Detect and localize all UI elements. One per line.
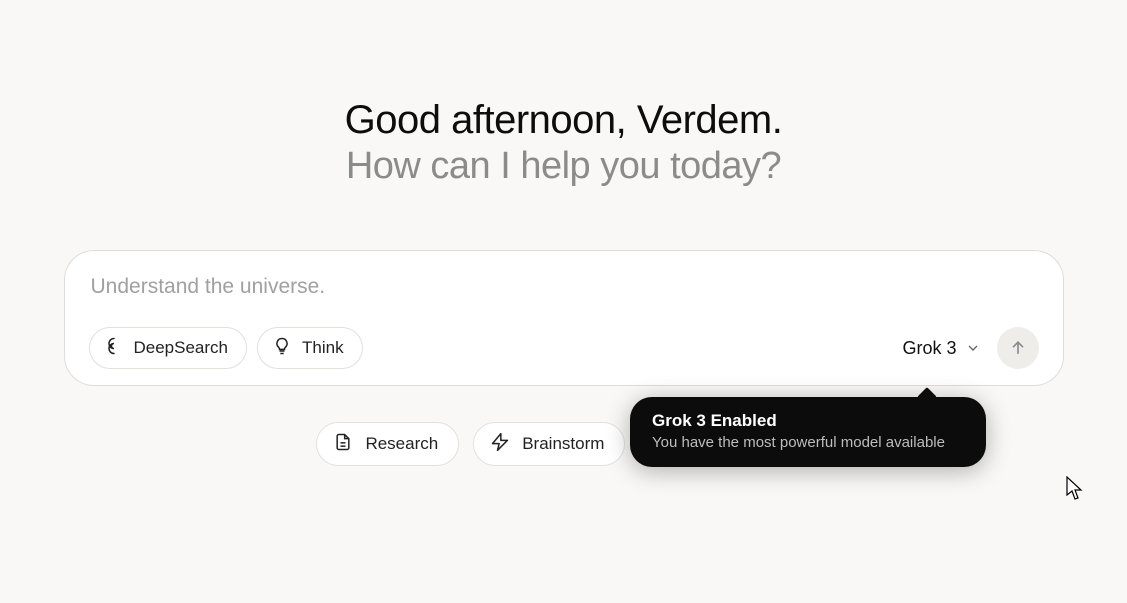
arrow-up-icon bbox=[1008, 338, 1028, 358]
think-button[interactable]: Think bbox=[257, 327, 363, 369]
deepsearch-button[interactable]: DeepSearch bbox=[89, 327, 248, 369]
prompt-input[interactable] bbox=[89, 271, 1039, 327]
prompt-card: DeepSearch Think Grok 3 bbox=[64, 250, 1064, 386]
tooltip-subtitle: You have the most powerful model availab… bbox=[652, 434, 964, 451]
suggestion-research-label: Research bbox=[365, 434, 438, 454]
right-controls: Grok 3 bbox=[898, 327, 1038, 369]
model-tooltip: Grok 3 Enabled You have the most powerfu… bbox=[630, 397, 986, 467]
think-label: Think bbox=[302, 338, 344, 358]
lightning-icon bbox=[490, 432, 510, 457]
chevron-down-icon bbox=[965, 340, 981, 356]
mouse-cursor-icon bbox=[1066, 476, 1084, 507]
model-selector[interactable]: Grok 3 bbox=[898, 332, 984, 365]
subheading-text: How can I help you today? bbox=[64, 145, 1064, 188]
lightbulb-icon bbox=[272, 336, 292, 361]
send-button[interactable] bbox=[997, 327, 1039, 369]
suggestion-brainstorm[interactable]: Brainstorm bbox=[473, 422, 625, 466]
document-icon bbox=[333, 432, 353, 457]
suggestion-brainstorm-label: Brainstorm bbox=[522, 434, 604, 454]
suggestion-research[interactable]: Research bbox=[316, 422, 459, 466]
deepsearch-icon bbox=[104, 336, 124, 361]
deepsearch-label: DeepSearch bbox=[134, 338, 229, 358]
tooltip-title: Grok 3 Enabled bbox=[652, 411, 964, 431]
headings: Good afternoon, Verdem. How can I help y… bbox=[64, 98, 1064, 188]
greeting-text: Good afternoon, Verdem. bbox=[64, 98, 1064, 143]
model-name: Grok 3 bbox=[902, 338, 956, 359]
input-footer: DeepSearch Think Grok 3 bbox=[89, 327, 1039, 369]
mode-pills: DeepSearch Think bbox=[89, 327, 363, 369]
